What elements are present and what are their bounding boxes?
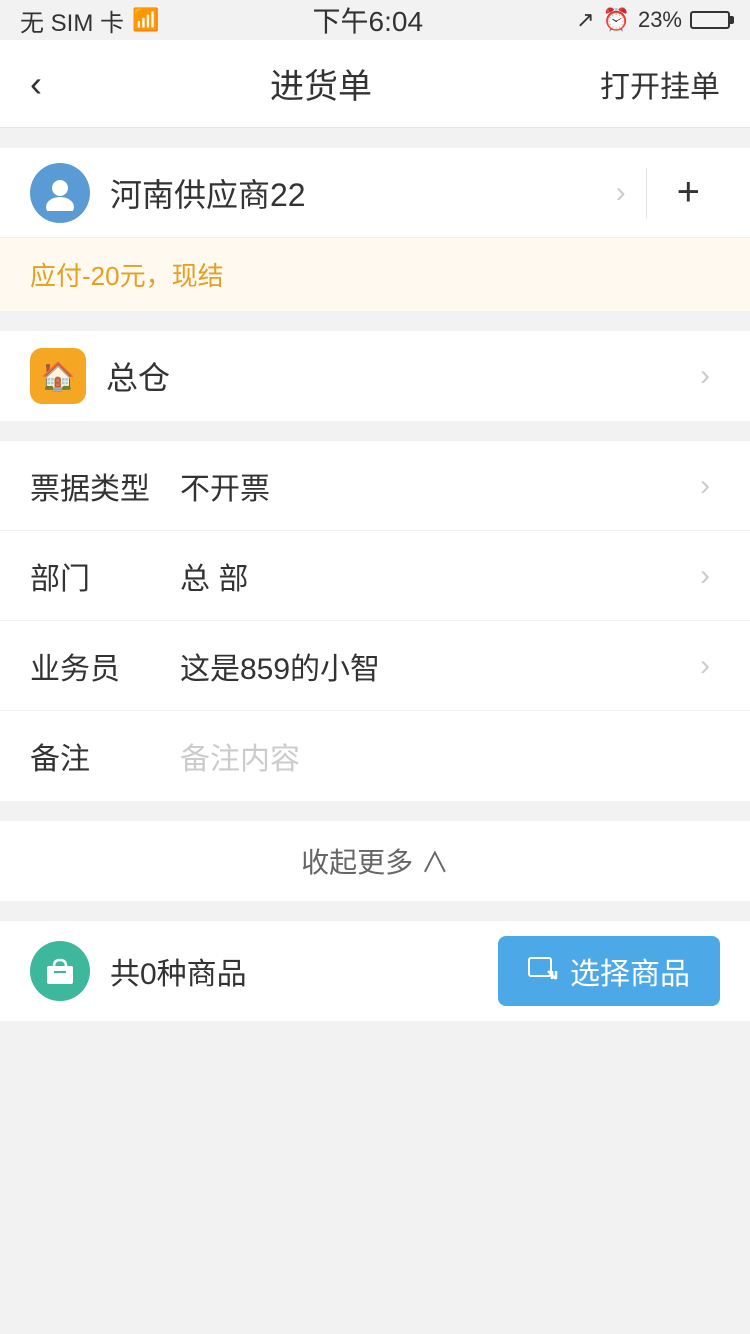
supplier-section: 河南供应商22 › + 应付-20元，现结 [0, 148, 750, 311]
chevron-right-icon: › [616, 176, 626, 210]
product-count-text: 共0种商品 [110, 949, 498, 993]
supplier-name: 河南供应商22 [110, 170, 616, 216]
select-button-label: 选择商品 [570, 949, 690, 993]
chevron-right-icon-warehouse: › [700, 359, 710, 393]
warehouse-name: 总仓 [106, 353, 700, 399]
status-bar: 无 SIM 卡 📶 下午6:04 ↗ ⏰ 23% [0, 0, 750, 40]
supplier-row[interactable]: 河南供应商22 › + [0, 148, 750, 238]
wifi-icon: 📶 [132, 7, 159, 33]
status-left: 无 SIM 卡 📶 [20, 3, 159, 38]
dept-label: 部门 [30, 554, 170, 598]
open-pending-button[interactable]: 打开挂单 [600, 62, 720, 106]
page-title: 进货单 [270, 59, 372, 108]
invoice-label: 票据类型 [30, 464, 170, 508]
select-product-button[interactable]: 选择商品 [498, 936, 720, 1006]
carrier-text: 无 SIM 卡 [20, 3, 124, 38]
remark-input[interactable]: 备注内容 [170, 734, 720, 778]
chevron-right-icon-staff: › [700, 649, 710, 683]
status-right: ↗ ⏰ 23% [576, 7, 730, 33]
battery-bar [690, 11, 730, 29]
notice-text: 应付-20元，现结 [30, 261, 224, 291]
remark-label: 备注 [30, 734, 170, 778]
dept-row[interactable]: 部门 总 部 › [0, 531, 750, 621]
select-icon [528, 957, 560, 985]
person-icon [42, 175, 78, 211]
back-button[interactable]: ‹ [30, 63, 42, 105]
invoice-row[interactable]: 票据类型 不开票 › [0, 441, 750, 531]
notice-banner: 应付-20元，现结 [0, 238, 750, 311]
remark-row[interactable]: 备注 备注内容 [0, 711, 750, 801]
status-time: 下午6:04 [313, 0, 424, 40]
warehouse-section: 🏠 总仓 › [0, 331, 750, 421]
staff-label: 业务员 [30, 644, 170, 688]
shopping-bag-icon [43, 954, 77, 988]
location-icon: ↗ [576, 7, 594, 33]
chevron-right-icon-dept: › [700, 559, 710, 593]
staff-row[interactable]: 业务员 这是859的小智 › [0, 621, 750, 711]
bottom-bar: 共0种商品 选择商品 [0, 921, 750, 1021]
collapse-row[interactable]: 收起更多 ∧ [0, 821, 750, 901]
house-icon: 🏠 [41, 360, 76, 393]
alarm-icon: ⏰ [603, 7, 630, 33]
chevron-right-icon-invoice: › [700, 469, 710, 503]
section-gap-1 [0, 128, 750, 148]
invoice-value: 不开票 [170, 464, 700, 508]
divider [646, 168, 647, 218]
staff-value: 这是859的小智 [170, 644, 700, 688]
warehouse-icon: 🏠 [30, 348, 86, 404]
battery-text: 23% [638, 7, 682, 33]
collapse-label: 收起更多 ∧ [301, 841, 449, 881]
add-supplier-button[interactable]: + [657, 170, 720, 215]
avatar [30, 163, 90, 223]
product-count-icon [30, 941, 90, 1001]
header: ‹ 进货单 打开挂单 [0, 40, 750, 128]
warehouse-row[interactable]: 🏠 总仓 › [0, 331, 750, 421]
form-section: 票据类型 不开票 › 部门 总 部 › 业务员 这是859的小智 › 备注 备注… [0, 441, 750, 801]
dept-value: 总 部 [170, 554, 700, 598]
